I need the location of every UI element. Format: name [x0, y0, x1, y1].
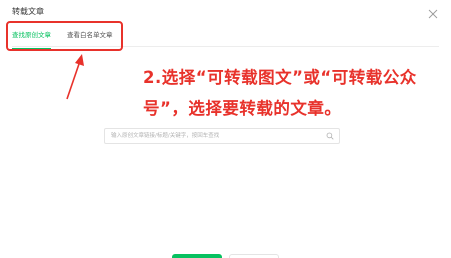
search-icon[interactable]	[326, 132, 334, 140]
cancel-button[interactable]	[229, 254, 279, 258]
annotation-highlight-box	[6, 21, 123, 51]
close-icon	[428, 9, 438, 19]
search-input[interactable]	[111, 129, 321, 143]
annotation-arrow-icon	[66, 54, 84, 100]
close-button[interactable]	[427, 5, 439, 19]
search-box	[104, 128, 340, 144]
dialog-title: 转载文章	[12, 7, 44, 16]
annotation-text: 2.选择“可转载图文”或“可转载公众号”，选择要转载的文章。	[143, 68, 417, 118]
reprint-article-dialog: 转载文章 查找原创文章 查看白名单文章 2.选择“可转载图文”或“可转载公众号”…	[0, 0, 451, 258]
confirm-button[interactable]	[172, 254, 222, 258]
